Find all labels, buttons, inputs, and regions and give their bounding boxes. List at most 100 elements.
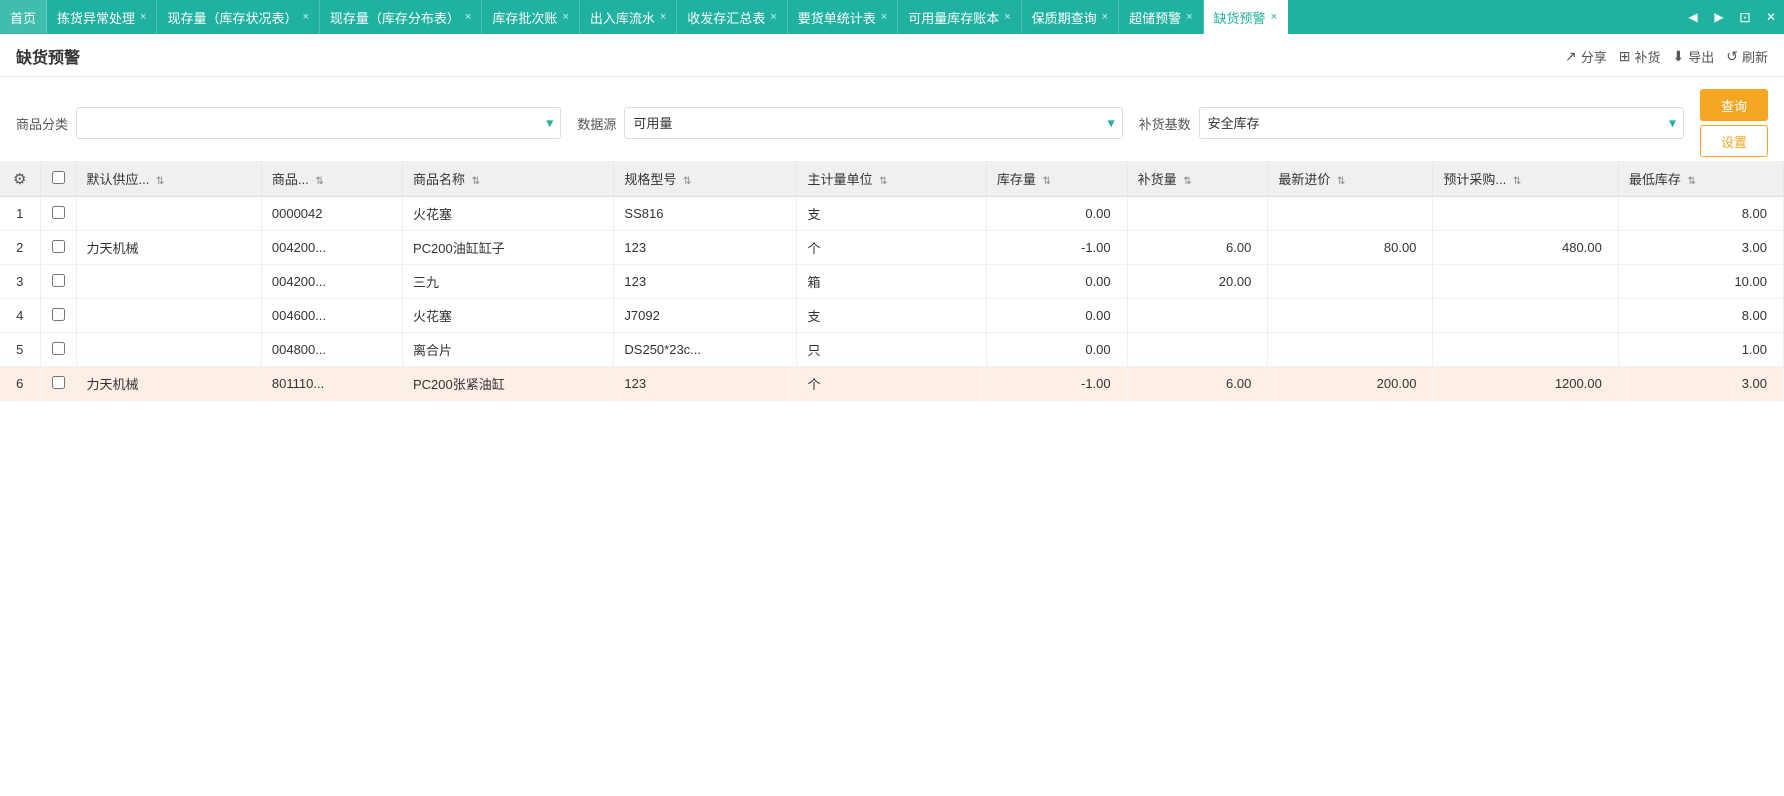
row-5-estimated-purchase [1433,333,1618,367]
unit-sort-icon: ⇅ [879,176,887,187]
query-button[interactable]: 查询 [1700,89,1768,121]
setting-button[interactable]: 设置 [1700,125,1768,157]
th-stock[interactable]: 库存量 ⇅ [986,161,1127,197]
row-5-check[interactable] [40,333,76,367]
tab-order-close[interactable]: × [881,11,887,23]
tab-overstock[interactable]: 超储预警 × [1119,0,1203,34]
tab-prev-button[interactable]: ◀ [1680,0,1706,34]
tab-collect-summary[interactable]: 收发存汇总表 × [677,0,787,34]
datasource-select[interactable]: 可用量 库存量 [624,107,1122,139]
th-estimated-purchase[interactable]: 预计采购... ⇅ [1433,161,1618,197]
row-3-latest-price [1268,265,1433,299]
replenish-base-select-wrapper: 安全库存 最低库存 [1199,107,1684,139]
row-6-product-name: PC200张紧油缸 [402,367,613,401]
table-body: 1 0000042 火花塞 SS816 支 0.00 8.00 2 力天机械 0… [0,197,1784,401]
share-button[interactable]: ↗ 分享 [1565,47,1607,66]
replenish-button[interactable]: ⊞ 补货 [1619,47,1661,66]
row-5-product-code: 004800... [261,333,402,367]
row-5-replenish [1127,333,1268,367]
tab-close-button[interactable]: ✕ [1758,0,1784,34]
th-spec[interactable]: 规格型号 ⇅ [614,161,797,197]
table-row: 2 力天机械 004200... PC200油缸缸子 123 个 -1.00 6… [0,231,1784,265]
row-1-check[interactable] [40,197,76,231]
row-2-supplier: 力天机械 [76,231,261,265]
row-3-index: 3 [0,265,40,299]
settings-gear-icon[interactable]: ⚙ [13,171,26,188]
row-3-check[interactable] [40,265,76,299]
tab-available-close[interactable]: × [1004,11,1010,23]
tab-overstock-close[interactable]: × [1186,11,1192,23]
row-1-product-name: 火花塞 [402,197,613,231]
spec-sort-icon: ⇅ [683,176,691,187]
row-4-spec: J7092 [614,299,797,333]
row-4-stock: 0.00 [986,299,1127,333]
table-row: 6 力天机械 801110... PC200张紧油缸 123 个 -1.00 6… [0,367,1784,401]
th-settings[interactable]: ⚙ [0,161,40,197]
tab-available-ledger[interactable]: 可用量库存账本 × [898,0,1021,34]
row-6-check[interactable] [40,367,76,401]
refresh-button[interactable]: ↺ 刷新 [1726,47,1768,66]
table-row: 4 004600... 火花塞 J7092 支 0.00 8.00 [0,299,1784,333]
select-all-checkbox[interactable] [52,171,65,184]
row-4-product-name: 火花塞 [402,299,613,333]
th-unit[interactable]: 主计量单位 ⇅ [797,161,986,197]
export-button[interactable]: ⬇ 导出 [1673,47,1715,66]
tab-collect-close[interactable]: × [770,11,776,23]
row-4-latest-price [1268,299,1433,333]
row-5-latest-price [1268,333,1433,367]
row-3-estimated-purchase [1433,265,1618,299]
tab-stock-dist[interactable]: 现存量（库存分布表） × [320,0,482,34]
tab-restore-button[interactable]: ⊡ [1732,0,1758,34]
tab-batch-close[interactable]: × [562,11,568,23]
row-2-check[interactable] [40,231,76,265]
category-select-wrapper [76,107,561,139]
tab-order-stats[interactable]: 要货单统计表 × [788,0,898,34]
tab-exception[interactable]: 拣货异常处理 × [47,0,157,34]
tab-inout-flow[interactable]: 出入库流水 × [580,0,677,34]
table-row: 1 0000042 火花塞 SS816 支 0.00 8.00 [0,197,1784,231]
row-3-supplier [76,265,261,299]
row-4-check[interactable] [40,299,76,333]
tab-shortage-close[interactable]: × [1271,11,1277,23]
tab-home[interactable]: 首页 [0,0,47,34]
th-supplier[interactable]: 默认供应... ⇅ [76,161,261,197]
datasource-filter-group: 数据源 可用量 库存量 [577,107,1122,139]
tab-inout-close[interactable]: × [660,11,666,23]
row-3-product-name: 三九 [402,265,613,299]
tab-exception-close[interactable]: × [140,11,146,23]
tab-next-button[interactable]: ▶ [1706,0,1732,34]
row-2-spec: 123 [614,231,797,265]
th-product-name[interactable]: 商品名称 ⇅ [402,161,613,197]
th-min-stock[interactable]: 最低库存 ⇅ [1618,161,1783,197]
tab-stock-status[interactable]: 现存量（库存状况表） × [157,0,319,34]
page-content: 缺货预警 ↗ 分享 ⊞ 补货 ⬇ 导出 ↺ 刷新 商品分类 [0,34,1784,796]
tab-batch-account[interactable]: 库存批次账 × [482,0,579,34]
tab-expiry[interactable]: 保质期查询 × [1022,0,1119,34]
tab-stock-status-close[interactable]: × [302,11,308,23]
datasource-label: 数据源 [577,114,616,133]
tab-stock-dist-close[interactable]: × [465,11,471,23]
replenish-base-select[interactable]: 安全库存 最低库存 [1199,107,1684,139]
replenish-sort-icon: ⇅ [1183,176,1191,187]
th-replenish[interactable]: 补货量 ⇅ [1127,161,1268,197]
row-2-product-name: PC200油缸缸子 [402,231,613,265]
row-4-index: 4 [0,299,40,333]
row-6-product-code: 801110... [261,367,402,401]
category-select[interactable] [76,107,561,139]
tab-expiry-close[interactable]: × [1102,11,1108,23]
row-4-replenish [1127,299,1268,333]
row-2-index: 2 [0,231,40,265]
row-1-spec: SS816 [614,197,797,231]
min-stock-sort-icon: ⇅ [1687,176,1695,187]
th-check[interactable] [40,161,76,197]
latest-price-sort-icon: ⇅ [1337,176,1345,187]
tab-shortage[interactable]: 缺货预警 × [1204,0,1288,34]
stock-sort-icon: ⇅ [1043,176,1051,187]
product-name-sort-icon: ⇅ [472,176,480,187]
refresh-icon: ↺ [1726,48,1738,65]
action-buttons: 查询 设置 [1700,89,1768,157]
th-latest-price[interactable]: 最新进价 ⇅ [1268,161,1433,197]
row-4-product-code: 004600... [261,299,402,333]
th-product-code[interactable]: 商品... ⇅ [261,161,402,197]
row-6-min-stock: 3.00 [1618,367,1783,401]
